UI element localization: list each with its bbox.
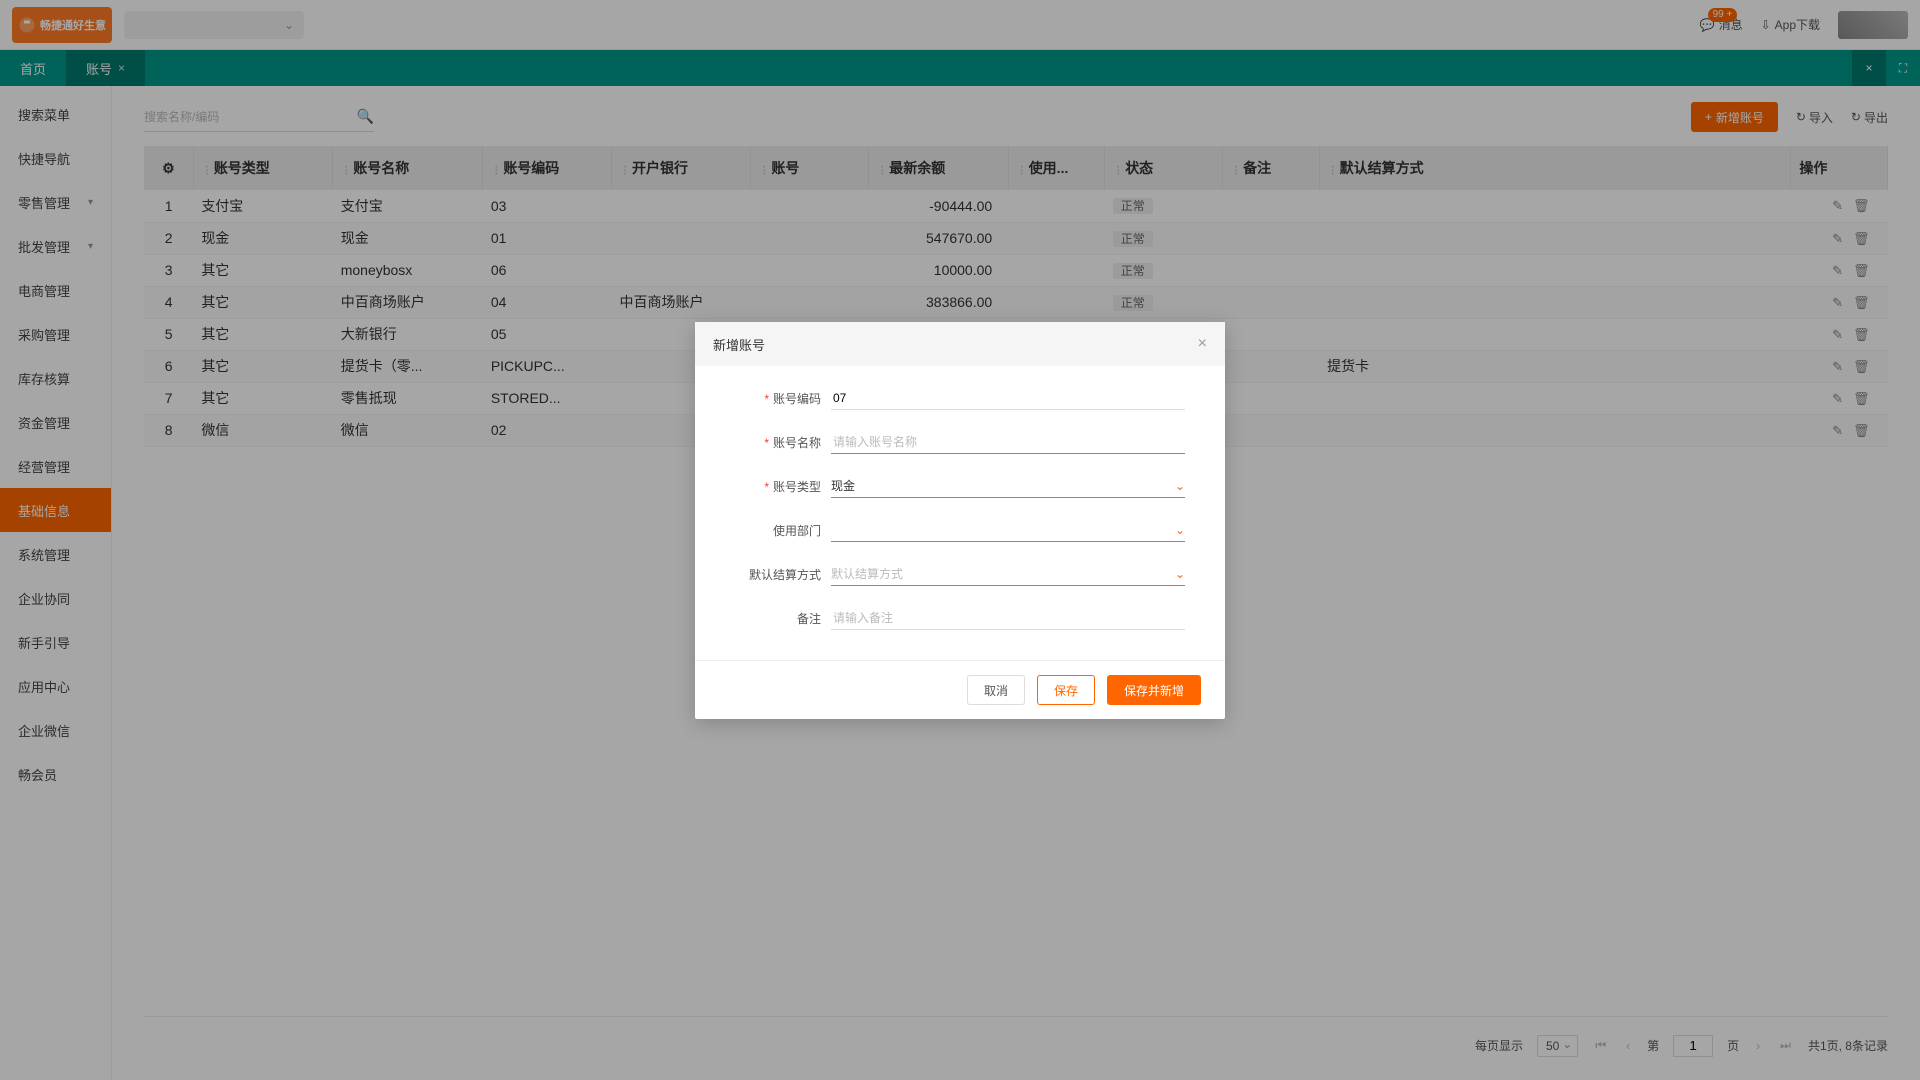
save-button[interactable]: 保存 [1037,675,1095,705]
field-code-input[interactable] [831,386,1185,410]
field-settle-label: 默认结算方式 [735,566,831,583]
chevron-down-icon: ⌄ [1175,479,1185,493]
save-and-new-button[interactable]: 保存并新增 [1107,675,1201,705]
field-settle-placeholder: 默认结算方式 [831,565,903,582]
field-dept-label: 使用部门 [735,522,831,539]
field-name-input[interactable] [831,430,1185,454]
field-type-label: *账号类型 [735,478,831,495]
add-account-modal: 新增账号 × *账号编码 *账号名称 *账号类型 现金 ⌄ 使用部门 [695,322,1225,719]
modal-title: 新增账号 [713,335,765,354]
modal-mask: 新增账号 × *账号编码 *账号名称 *账号类型 现金 ⌄ 使用部门 [0,0,1920,1080]
field-remark-input[interactable] [831,606,1185,630]
field-remark-label: 备注 [735,610,831,627]
field-type-select[interactable]: 现金 ⌄ [831,474,1185,498]
field-code-label: *账号编码 [735,390,831,407]
modal-close-icon[interactable]: × [1198,335,1207,353]
field-dept-select[interactable]: ⌄ [831,518,1185,542]
cancel-button[interactable]: 取消 [967,675,1025,705]
chevron-down-icon: ⌄ [1175,567,1185,581]
chevron-down-icon: ⌄ [1175,523,1185,537]
field-settle-select[interactable]: 默认结算方式 ⌄ [831,562,1185,586]
field-name-label: *账号名称 [735,434,831,451]
modal-header: 新增账号 × [695,322,1225,366]
field-type-value: 现金 [831,477,855,494]
